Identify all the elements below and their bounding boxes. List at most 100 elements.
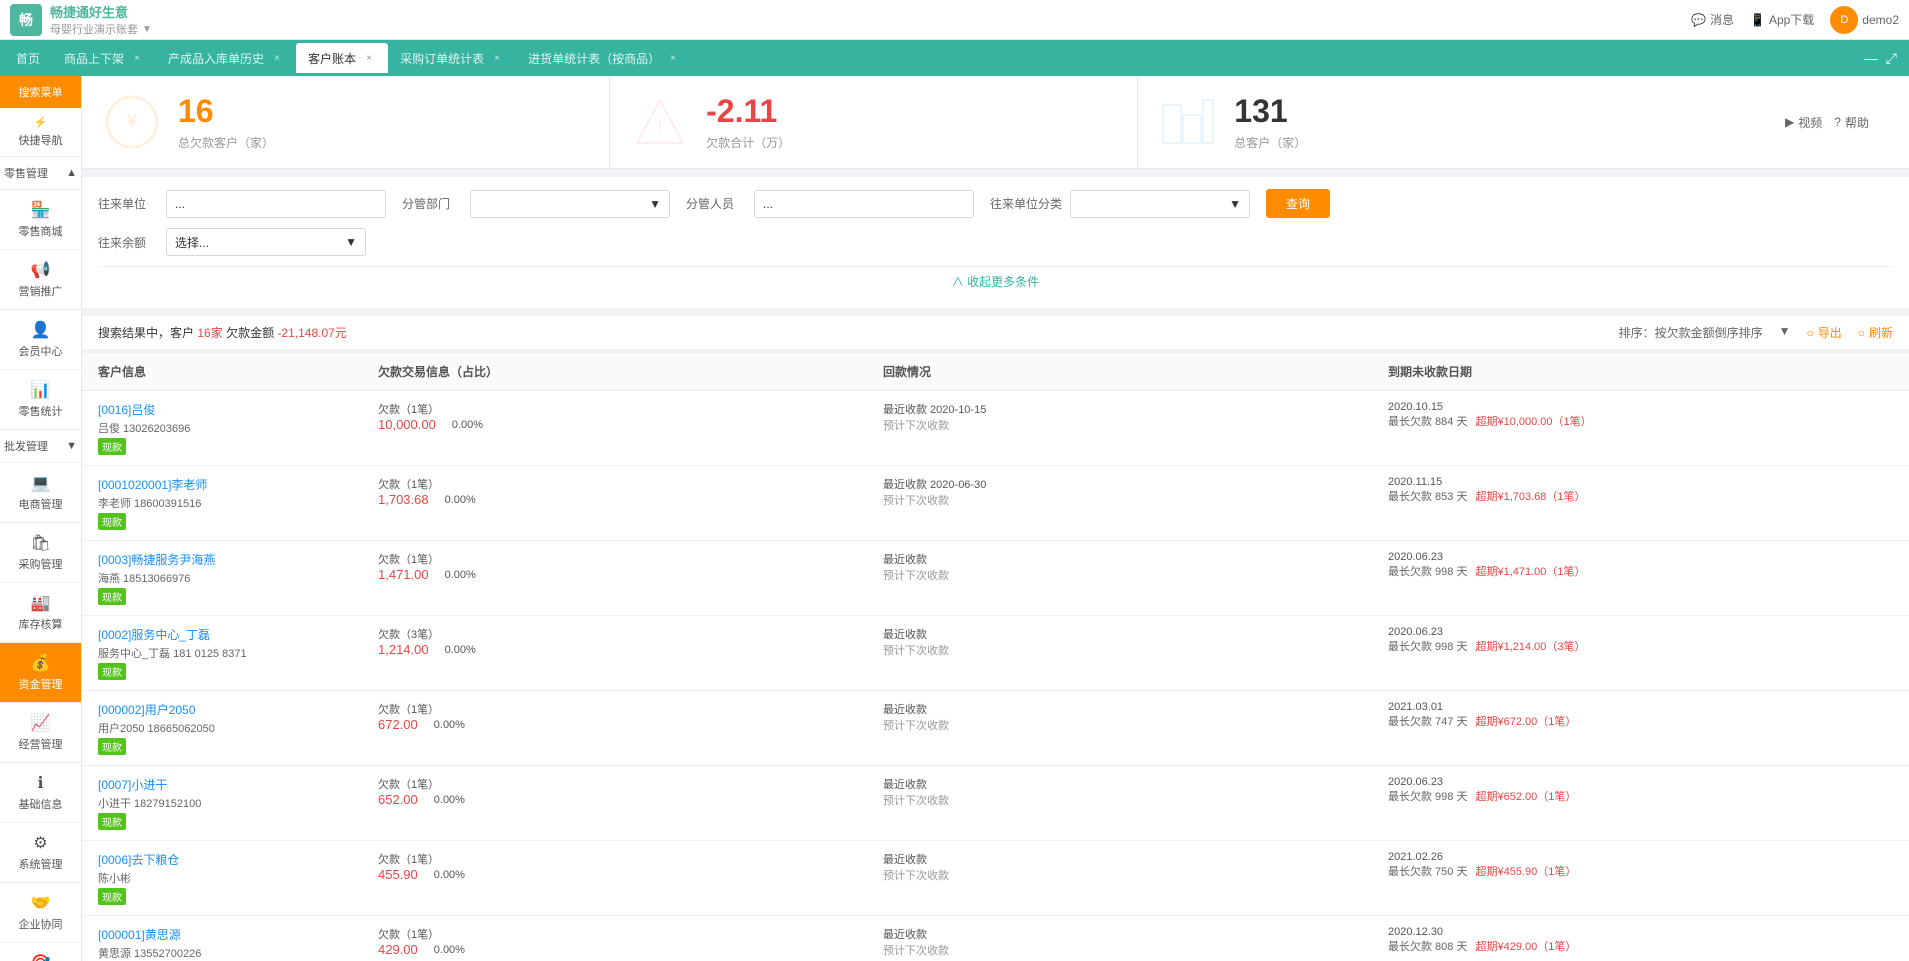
overdue-amount-3[interactable]: 超期¥1,214.00（3笔） [1475, 638, 1585, 654]
recovery-6: 最近收款 预计下次收款 [883, 851, 1388, 883]
overdue-amount-2[interactable]: 超期¥1,471.00（1笔） [1475, 563, 1585, 579]
customer-phone-2: 海燕 18513066976 [98, 570, 378, 586]
customer-name-0[interactable]: [0016]吕俊 [98, 401, 378, 418]
customer-phone-6: 陈小彬 [98, 870, 378, 886]
user-menu[interactable]: D demo2 [1830, 6, 1899, 34]
customer-info-3: [0002]服务中心_丁磊 服务中心_丁磊 181 0125 8371 现款 [98, 626, 378, 680]
sidebar-item-basic-info[interactable]: ℹ 基础信息 [0, 763, 81, 823]
customer-info-2: [0003]畅捷服务尹海燕 海燕 18513066976 现款 [98, 551, 378, 605]
sidebar-item-wholesale-mgmt[interactable]: 批发管理 ▼ [0, 430, 81, 463]
next-payment-7: 预计下次收款 [883, 942, 1388, 958]
quick-nav-label: 快捷导航 [19, 132, 63, 148]
tab-customer-ledger-close[interactable]: × [362, 51, 376, 65]
sidebar-item-retail-mgmt[interactable]: 零售管理 ▲ [0, 157, 81, 190]
collapse-btn[interactable]: ∧ 收起更多条件 [98, 266, 1893, 296]
overdue-amount-4[interactable]: 超期¥672.00（1笔） [1475, 713, 1576, 729]
debt-count-6: 欠款（1笔） [378, 851, 883, 867]
tab-product-shelving-close[interactable]: × [130, 51, 144, 65]
data-table: 客户信息 欠款交易信息（占比） 回款情况 到期未收款日期 [0016]吕俊 吕俊… [82, 353, 1909, 961]
logo-icon: 畅 [10, 4, 42, 36]
header-customer-info: 客户信息 [98, 363, 378, 380]
sidebar-item-retail-mall[interactable]: 🏪 零售商城 [0, 190, 81, 250]
app-download-btn[interactable]: 📱 App下载 [1750, 11, 1814, 28]
sort-arrow[interactable]: ▼ [1779, 324, 1791, 341]
tab-minimize-icon[interactable]: — [1864, 50, 1878, 67]
unit-category-select[interactable]: ▼ [1070, 190, 1250, 218]
customer-name-5[interactable]: [0007]小进干 [98, 776, 378, 793]
filter-row-2: 往来余额 选择... ▼ [98, 228, 1893, 256]
recovery-date-2: 最近收款 [883, 551, 1388, 567]
source-unit-label: 往来单位 [98, 195, 158, 212]
operations-label: 经营管理 [19, 736, 63, 752]
sidebar-item-ecommerce[interactable]: 💻 电商管理 [0, 463, 81, 523]
next-payment-6: 预计下次收款 [883, 867, 1388, 883]
message-btn[interactable]: 💬 消息 [1691, 11, 1734, 28]
refresh-btn[interactable]: ○ 刷新 [1858, 324, 1893, 341]
collapse-label: 收起更多条件 [967, 275, 1039, 289]
search-button[interactable]: 查询 [1266, 189, 1330, 218]
sidebar-item-finance[interactable]: 💰 资金管理 [0, 643, 81, 703]
tab-home[interactable]: 首页 [4, 43, 52, 73]
sidebar-search[interactable]: 搜索菜单 [0, 76, 81, 108]
collapse-icon: ∧ [952, 275, 964, 289]
tab-inbound-stats[interactable]: 进货单统计表（按商品） × [516, 43, 692, 73]
sidebar-item-retail-stats[interactable]: 📊 零售统计 [0, 370, 81, 430]
overdue-days-4: 最长欠款 747 天 [1388, 713, 1467, 729]
export-btn[interactable]: ○ 导出 [1806, 324, 1841, 341]
tab-maximize-icon[interactable]: ⤢ [1886, 50, 1897, 67]
sidebar: 搜索菜单 ⚡ 快捷导航 零售管理 ▲ 🏪 零售商城 📢 营销推广 👤 会员中心 … [0, 76, 82, 961]
video-btn[interactable]: ▶ 视频 [1785, 114, 1822, 131]
customer-name-2[interactable]: [0003]畅捷服务尹海燕 [98, 551, 378, 568]
customer-name-4[interactable]: [000002]用户2050 [98, 701, 378, 718]
recovery-date-1: 最近收款 2020-06-30 [883, 476, 1388, 492]
overdue-amount-5[interactable]: 超期¥652.00（1笔） [1475, 788, 1576, 804]
ecommerce-icon: 💻 [31, 473, 51, 493]
retail-mall-label: 零售商城 [19, 223, 63, 239]
tab-bar: 首页 商品上下架 × 产成品入库单历史 × 客户账本 × 采购订单统计表 × 进… [0, 40, 1909, 76]
tab-inbound-stats-close[interactable]: × [666, 51, 680, 65]
sidebar-item-members[interactable]: 👤 会员中心 [0, 310, 81, 370]
customer-tag-4: 现款 [98, 738, 126, 755]
filter-row-1: 往来单位 ... 分管部门 ▼ 分管人员 ... [98, 189, 1893, 218]
overdue-amount-7[interactable]: 超期¥429.00（1笔） [1475, 938, 1576, 954]
tab-inbound-history[interactable]: 产成品入库单历史 × [156, 43, 296, 73]
sidebar-item-quick-nav[interactable]: ⚡ 快捷导航 [0, 108, 81, 157]
sidebar-item-system[interactable]: ⚙ 系统管理 [0, 823, 81, 883]
main-content: ¥ 16 总欠款客户（家） ! -2.11 欠款合计（万） [82, 76, 1909, 961]
sidebar-item-collab[interactable]: 🤝 企业协同 [0, 883, 81, 943]
overdue-days-5: 最长欠款 998 天 [1388, 788, 1467, 804]
basic-info-icon: ℹ [37, 773, 43, 793]
tab-product-shelving[interactable]: 商品上下架 × [52, 43, 156, 73]
customer-name-6[interactable]: [0006]去下粮仓 [98, 851, 378, 868]
sidebar-item-operations[interactable]: 📈 经营管理 [0, 703, 81, 763]
dept-select[interactable]: ▼ [470, 190, 670, 218]
tab-purchase-stats[interactable]: 采购订单统计表 × [388, 43, 516, 73]
export-label: 导出 [1818, 324, 1842, 341]
overdue-days-0: 最长欠款 884 天 [1388, 413, 1467, 429]
sidebar-item-marketing[interactable]: 📢 营销推广 [0, 250, 81, 310]
source-unit-input[interactable]: ... [166, 190, 386, 218]
customer-name-3[interactable]: [0002]服务中心_丁磊 [98, 626, 378, 643]
message-label: 消息 [1710, 11, 1734, 28]
balance-select[interactable]: 选择... ▼ [166, 228, 366, 256]
sidebar-item-purchase[interactable]: 🛍 采购管理 [0, 523, 81, 583]
tab-inbound-history-close[interactable]: × [270, 51, 284, 65]
debt-amount-6: 455.90 [378, 867, 418, 882]
stats-row: ¥ 16 总欠款客户（家） ! -2.11 欠款合计（万） [82, 76, 1909, 169]
overdue-amount-1[interactable]: 超期¥1,703.68（1笔） [1475, 488, 1585, 504]
tab-purchase-stats-close[interactable]: × [490, 51, 504, 65]
overdue-amount-0[interactable]: 超期¥10,000.00（1笔） [1475, 413, 1591, 429]
recovery-0: 最近收款 2020-10-15 预计下次收款 [883, 401, 1388, 433]
help-btn[interactable]: ? 帮助 [1834, 114, 1869, 131]
customer-name-1[interactable]: [0001020001]李老师 [98, 476, 378, 493]
overdue-amount-6[interactable]: 超期¥455.90（1笔） [1475, 863, 1576, 879]
person-input[interactable]: ... [754, 190, 974, 218]
customer-name-7[interactable]: [000001]黄思源 [98, 926, 378, 943]
overdue-days-1: 最长欠款 853 天 [1388, 488, 1467, 504]
sidebar-item-guide[interactable]: 🎯 新手引导 [0, 943, 81, 961]
debt-ratio-0: 0.00% [452, 419, 483, 431]
tab-customer-ledger[interactable]: 客户账本 × [296, 43, 388, 73]
table-header: 客户信息 欠款交易信息（占比） 回款情况 到期未收款日期 [82, 353, 1909, 391]
sidebar-item-inventory[interactable]: 🏭 库存核算 [0, 583, 81, 643]
overdue-date-6: 2021.02.26 [1388, 851, 1893, 863]
